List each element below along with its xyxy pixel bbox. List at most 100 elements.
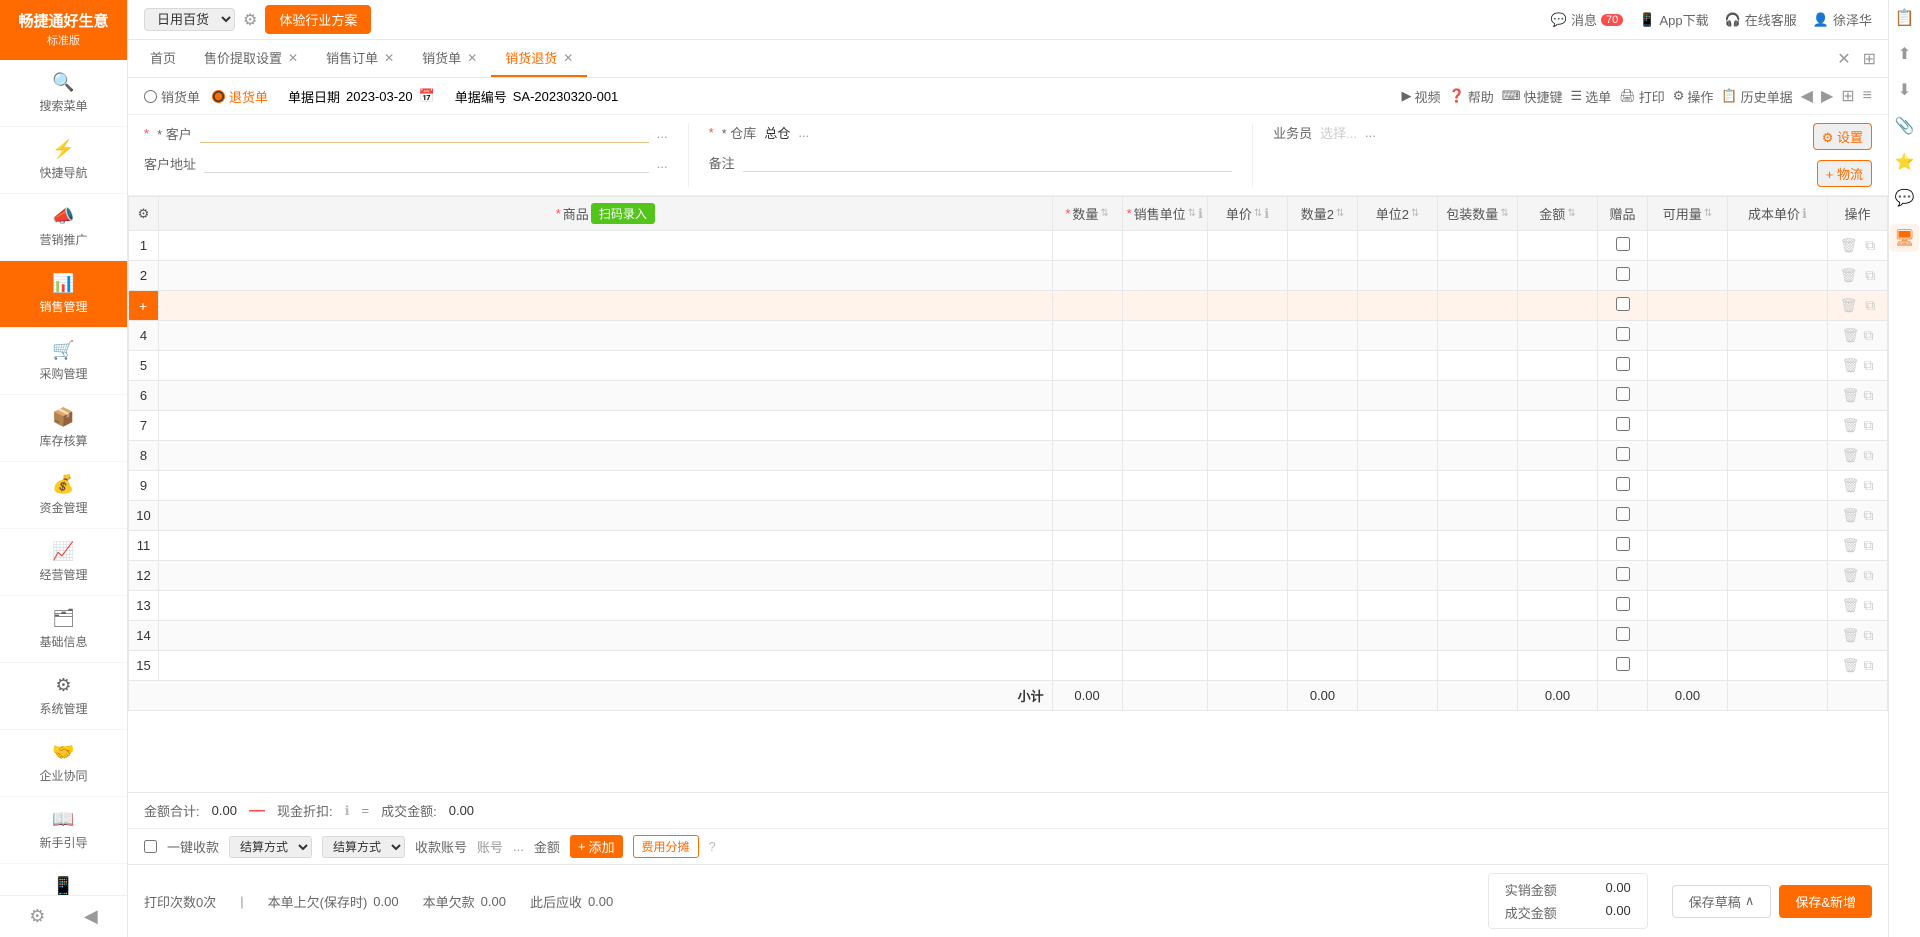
row-4-goods[interactable] bbox=[159, 321, 1053, 351]
tab-home[interactable]: 首页 bbox=[136, 40, 190, 77]
row-14-copy-icon[interactable]: ⧉ bbox=[1863, 627, 1873, 643]
salesperson-dots-btn[interactable]: ... bbox=[1365, 125, 1376, 140]
row-5-goods[interactable] bbox=[159, 351, 1053, 381]
row-4-copy-icon[interactable]: ⧉ bbox=[1863, 327, 1873, 343]
row-2-unit[interactable] bbox=[1122, 261, 1207, 291]
tab-sales-order-close[interactable]: ✕ bbox=[384, 51, 394, 65]
row-3-unit2[interactable] bbox=[1358, 291, 1438, 321]
row-2-qty2[interactable] bbox=[1288, 261, 1358, 291]
row-3-gift[interactable] bbox=[1598, 291, 1648, 321]
tab-close-all-icon[interactable]: ✕ bbox=[1833, 47, 1854, 71]
row-2-delete-icon[interactable]: 🗑 bbox=[1840, 267, 1858, 283]
tab-sales-bill-close[interactable]: ✕ bbox=[467, 51, 477, 65]
logistics-button[interactable]: + 物流 bbox=[1817, 160, 1872, 187]
customer-dots-btn[interactable]: ... bbox=[657, 126, 668, 141]
tab-price-extract-close[interactable]: ✕ bbox=[288, 51, 298, 65]
toolbar-video-btn[interactable]: ▶ 视频 bbox=[1402, 87, 1441, 106]
row-14-delete-icon[interactable]: 🗑 bbox=[1842, 627, 1860, 643]
customer-input[interactable] bbox=[200, 123, 649, 143]
row-3-unit[interactable] bbox=[1122, 291, 1207, 321]
radio-sale-input[interactable] bbox=[144, 90, 157, 103]
unit-info-icon[interactable]: ℹ bbox=[1198, 206, 1203, 222]
row-3-goods[interactable] bbox=[159, 291, 1053, 321]
row-2-qty[interactable] bbox=[1052, 261, 1122, 291]
row-1-cost[interactable] bbox=[1728, 231, 1828, 261]
row-4-available[interactable] bbox=[1648, 321, 1728, 351]
row-1-available[interactable] bbox=[1648, 231, 1728, 261]
row-13-copy-icon[interactable]: ⧉ bbox=[1863, 597, 1873, 613]
right-panel-down-icon[interactable]: ⬇ bbox=[1898, 80, 1911, 100]
config-button[interactable]: ⚙ 设置 bbox=[1813, 123, 1872, 150]
account-dots-btn[interactable]: ... bbox=[513, 839, 524, 854]
grid-view-icon[interactable]: ⊞ bbox=[1841, 86, 1854, 106]
pkg-sort-icon[interactable]: ⇅ bbox=[1500, 208, 1508, 219]
qty-sort-icon[interactable]: ⇅ bbox=[1100, 208, 1108, 219]
row-7-copy-icon[interactable]: ⧉ bbox=[1863, 417, 1873, 433]
remark-input[interactable] bbox=[743, 152, 1233, 172]
radio-sale-bill[interactable]: 销货单 bbox=[144, 87, 200, 106]
row-3-pkg[interactable] bbox=[1438, 291, 1518, 321]
row-8-delete-icon[interactable]: 🗑 bbox=[1842, 447, 1860, 463]
row-1-delete-icon[interactable]: 🗑 bbox=[1840, 237, 1858, 253]
row-7-delete-icon[interactable]: 🗑 bbox=[1842, 417, 1860, 433]
row-5-copy-icon[interactable]: ⧉ bbox=[1863, 357, 1873, 373]
row-2-cost[interactable] bbox=[1728, 261, 1828, 291]
row-15-copy-icon[interactable]: ⧉ bbox=[1863, 657, 1873, 673]
row-1-gift-checkbox[interactable] bbox=[1616, 237, 1630, 251]
settings-bottom-icon[interactable]: ⚙ bbox=[29, 906, 45, 927]
row-3-price[interactable] bbox=[1208, 291, 1288, 321]
toolbar-ops-btn[interactable]: ⚙ 操作 bbox=[1673, 87, 1714, 106]
row-1-gift[interactable] bbox=[1598, 231, 1648, 261]
tab-sales-order[interactable]: 销售订单 ✕ bbox=[312, 40, 408, 77]
user-item[interactable]: 👤 徐泽华 bbox=[1813, 10, 1872, 29]
tab-price-extract[interactable]: 售价提取设置 ✕ bbox=[190, 40, 312, 77]
category-select[interactable]: 日用百货 bbox=[144, 8, 235, 31]
row-2-price[interactable] bbox=[1208, 261, 1288, 291]
row-3-qty2[interactable] bbox=[1288, 291, 1358, 321]
row-3-gift-checkbox[interactable] bbox=[1616, 297, 1630, 311]
sidebar-item-guide[interactable]: 📖 新手引导 bbox=[0, 797, 127, 864]
message-item[interactable]: 💬 消息 70 bbox=[1551, 10, 1623, 29]
sidebar-item-basics[interactable]: 🗂 基础信息 bbox=[0, 596, 127, 663]
row-1-copy-icon[interactable]: ⧉ bbox=[1865, 237, 1875, 253]
tab-sales-bill[interactable]: 销货单 ✕ bbox=[408, 40, 491, 77]
experience-button[interactable]: 体验行业方案 bbox=[265, 5, 371, 34]
price-info-icon[interactable]: ℹ bbox=[1264, 206, 1269, 222]
tab-sales-return[interactable]: 销货退货 ✕ bbox=[491, 40, 587, 77]
sidebar-item-marketing[interactable]: 📣 营销推广 bbox=[0, 194, 127, 261]
row-7-gift-checkbox[interactable] bbox=[1616, 417, 1630, 431]
row-2-available[interactable] bbox=[1648, 261, 1728, 291]
sidebar-item-system[interactable]: ⚙ 系统管理 bbox=[0, 663, 127, 730]
row-1-goods[interactable] bbox=[159, 231, 1053, 261]
amount-sort-icon[interactable]: ⇅ bbox=[1567, 208, 1575, 219]
row-12-copy-icon[interactable]: ⧉ bbox=[1863, 567, 1873, 583]
row-8-copy-icon[interactable]: ⧉ bbox=[1863, 447, 1873, 463]
row-1-pkg[interactable] bbox=[1438, 231, 1518, 261]
price-sort-icon[interactable]: ⇅ bbox=[1254, 208, 1262, 219]
scan-button[interactable]: 扫码录入 bbox=[591, 203, 655, 224]
row-1-qty[interactable] bbox=[1052, 231, 1122, 261]
row-1-unit2[interactable] bbox=[1358, 231, 1438, 261]
right-panel-up-icon[interactable]: ⬆ bbox=[1898, 44, 1911, 64]
fee-help-icon[interactable]: ? bbox=[709, 839, 716, 854]
unit-sort-icon[interactable]: ⇅ bbox=[1188, 208, 1196, 219]
row-3-copy-icon[interactable]: ⧉ bbox=[1865, 297, 1875, 313]
row-6-copy-icon[interactable]: ⧉ bbox=[1863, 387, 1873, 403]
right-panel-attach-icon[interactable]: 📎 bbox=[1895, 116, 1915, 136]
toolbar-print-btn[interactable]: 🖨 打印 bbox=[1619, 87, 1665, 106]
add-row-button[interactable]: + bbox=[133, 296, 153, 316]
toolbar-history-btn[interactable]: 📋 历史单据 bbox=[1721, 87, 1792, 106]
row-2-amount[interactable] bbox=[1518, 261, 1598, 291]
row-5-gift-checkbox[interactable] bbox=[1616, 357, 1630, 371]
row-5-delete-icon[interactable]: 🗑 bbox=[1842, 357, 1860, 373]
row-3-delete-icon[interactable]: 🗑 bbox=[1840, 297, 1858, 313]
fee-split-button[interactable]: 费用分摊 bbox=[633, 835, 699, 858]
calc-select[interactable]: 结算方式 bbox=[322, 836, 405, 858]
row-15-gift-checkbox[interactable] bbox=[1616, 657, 1630, 671]
row-2-gift[interactable] bbox=[1598, 261, 1648, 291]
row-12-gift-checkbox[interactable] bbox=[1616, 567, 1630, 581]
toolbar-help-btn[interactable]: ❓ 帮助 bbox=[1449, 87, 1494, 106]
row-10-gift-checkbox[interactable] bbox=[1616, 507, 1630, 521]
row-3-available[interactable] bbox=[1648, 291, 1728, 321]
right-panel-doc-icon[interactable]: 📋 bbox=[1895, 8, 1915, 28]
